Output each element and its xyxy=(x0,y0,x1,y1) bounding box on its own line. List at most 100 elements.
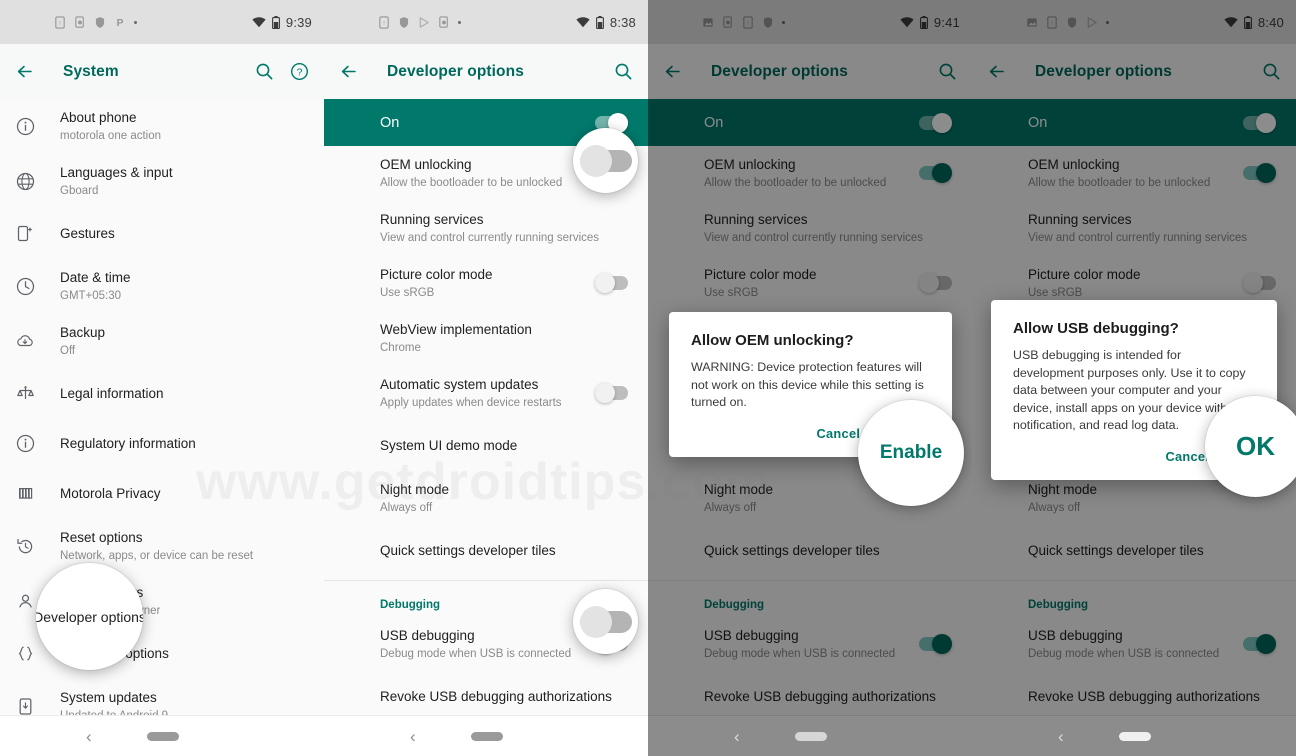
oem-unlocking-toggle[interactable] xyxy=(919,163,952,184)
picture-color-mode-toggle[interactable] xyxy=(1243,273,1276,294)
list-item[interactable]: WebView implementation Chrome xyxy=(324,311,648,366)
magnifier-label: OK xyxy=(1236,431,1275,461)
nav-back-icon[interactable]: ‹ xyxy=(410,728,416,745)
oem-unlocking-toggle[interactable] xyxy=(1243,163,1276,184)
toolbar: System ? xyxy=(0,44,324,99)
status-right: 9:41 xyxy=(900,15,960,30)
back-arrow-icon[interactable] xyxy=(662,61,683,82)
nav-home-pill[interactable] xyxy=(147,731,179,741)
picture-color-mode-toggle[interactable] xyxy=(919,273,952,294)
list-item[interactable]: USB debugging Debug mode when USB is conn… xyxy=(972,617,1296,672)
toolbar: Developer options xyxy=(324,44,648,99)
list-item[interactable]: Backup Off xyxy=(0,314,324,369)
list-item[interactable]: USB debugging Debug mode when USB is conn… xyxy=(648,617,972,672)
usb-debugging-toggle[interactable] xyxy=(1243,634,1276,655)
nav-home-pill[interactable] xyxy=(795,731,827,741)
automatic-system-updates-toggle[interactable] xyxy=(595,383,628,404)
section-header-debugging: Debugging xyxy=(704,598,765,611)
cancel-button[interactable]: Cancel xyxy=(816,426,860,441)
status-icons: ! xyxy=(378,15,461,29)
page-title: Developer options xyxy=(1035,62,1172,80)
list-item-subtitle: Use sRGB xyxy=(704,286,759,299)
list-item-subtitle: View and control currently running servi… xyxy=(704,231,924,244)
search-icon[interactable] xyxy=(254,61,275,82)
list-item[interactable]: Gestures xyxy=(0,209,324,259)
panel-oem-unlock-dialog: ! 9:41 Developer options On OEM unlockin… xyxy=(648,0,972,756)
list-item[interactable]: Reset options Network, apps, or device ca… xyxy=(0,519,324,574)
page-title: System xyxy=(63,62,119,80)
list-item-title: USB debugging xyxy=(1028,627,1123,643)
overflow-dot-icon xyxy=(782,20,785,24)
nav-back-icon[interactable]: ‹ xyxy=(734,728,740,745)
search-icon[interactable] xyxy=(937,61,958,82)
help-icon[interactable]: ? xyxy=(289,61,310,82)
toolbar: Developer options xyxy=(972,44,1296,99)
nav-back-icon[interactable]: ‹ xyxy=(1058,728,1064,745)
back-arrow-icon[interactable] xyxy=(338,61,359,82)
list-item-subtitle: Off xyxy=(60,344,76,357)
panel-system-settings: ! P 9:39 System ? About phone motorola on… xyxy=(0,0,324,756)
list-item[interactable]: OEM unlocking Allow the bootloader to be … xyxy=(972,146,1296,201)
dialog-title: Allow USB debugging? xyxy=(1013,320,1179,337)
list-item-title: Quick settings developer tiles xyxy=(704,542,880,558)
list-item-title: Motorola Privacy xyxy=(60,485,161,501)
list-item[interactable]: Running services View and control current… xyxy=(972,201,1296,256)
list-item[interactable]: Quick settings developer tiles xyxy=(324,526,648,576)
nav-home-pill[interactable] xyxy=(471,731,503,741)
file-copy-icon xyxy=(722,15,734,29)
picture-color-mode-toggle[interactable] xyxy=(595,273,628,294)
nav-bar: ‹ xyxy=(0,715,324,756)
list-item[interactable]: Night mode Always off xyxy=(324,471,648,526)
divider xyxy=(648,579,972,581)
svg-text:?: ? xyxy=(297,67,303,79)
developer-options-master-switch[interactable]: On xyxy=(648,99,972,146)
developer-options-master-switch[interactable]: On xyxy=(972,99,1296,146)
master-switch-toggle[interactable] xyxy=(919,112,952,133)
wifi-icon xyxy=(900,16,914,28)
globe-icon xyxy=(12,172,38,191)
master-switch-label: On xyxy=(380,114,400,131)
list-item-subtitle: Always off xyxy=(380,501,433,514)
status-icons: ! xyxy=(702,15,785,29)
list-item-title: Date & time xyxy=(60,269,131,285)
list-item[interactable]: Quick settings developer tiles xyxy=(972,526,1296,576)
search-icon[interactable] xyxy=(613,61,634,82)
list-item[interactable]: Running services View and control current… xyxy=(648,201,972,256)
list-item[interactable]: Automatic system updates Apply updates wh… xyxy=(324,366,648,421)
list-item[interactable]: Picture color mode Use sRGB xyxy=(324,256,648,311)
battery-icon xyxy=(271,15,280,29)
list-item-subtitle: Debug mode when USB is connected xyxy=(1028,647,1220,660)
list-item[interactable]: Regulatory information xyxy=(0,419,324,469)
list-item-title: Backup xyxy=(60,324,106,340)
battery-icon xyxy=(595,15,604,29)
list-item[interactable]: Date & time GMT+05:30 xyxy=(0,259,324,314)
list-item-title: Regulatory information xyxy=(60,435,196,451)
list-item-subtitle: Always off xyxy=(1028,501,1081,514)
list-item-title: Picture color mode xyxy=(704,266,817,282)
list-item[interactable]: Picture color mode Use sRGB xyxy=(648,256,972,311)
status-right: 9:39 xyxy=(252,15,312,30)
play-icon xyxy=(418,16,430,29)
list-item[interactable]: Quick settings developer tiles xyxy=(648,526,972,576)
nav-home-pill[interactable] xyxy=(1119,731,1151,741)
list-item[interactable]: Motorola Privacy xyxy=(0,469,324,519)
list-item-subtitle: View and control currently running servi… xyxy=(1028,231,1248,244)
cancel-button[interactable]: Cancel xyxy=(1165,449,1209,464)
list-item[interactable]: OEM unlocking Allow the bootloader to be … xyxy=(648,146,972,201)
toolbar: Developer options xyxy=(648,44,972,99)
magnifier-oem-unlocking-toggle xyxy=(573,128,638,193)
search-icon[interactable] xyxy=(1261,61,1282,82)
section-header-debugging: Debugging xyxy=(1028,598,1089,611)
list-item[interactable]: About phone motorola one action xyxy=(0,99,324,154)
master-switch-toggle[interactable] xyxy=(1243,112,1276,133)
back-arrow-icon[interactable] xyxy=(986,61,1007,82)
list-item[interactable]: Languages & input Gboard xyxy=(0,154,324,209)
list-item[interactable]: Running services View and control current… xyxy=(324,201,648,256)
usb-debugging-toggle[interactable] xyxy=(919,634,952,655)
list-item[interactable]: System UI demo mode xyxy=(324,421,648,471)
list-item-subtitle: Allow the bootloader to be unlocked xyxy=(380,177,563,189)
nav-back-icon[interactable]: ‹ xyxy=(86,728,92,745)
list-item-title: Revoke USB debugging authorizations xyxy=(704,688,936,704)
back-arrow-icon[interactable] xyxy=(14,61,35,82)
list-item[interactable]: Legal information xyxy=(0,369,324,419)
